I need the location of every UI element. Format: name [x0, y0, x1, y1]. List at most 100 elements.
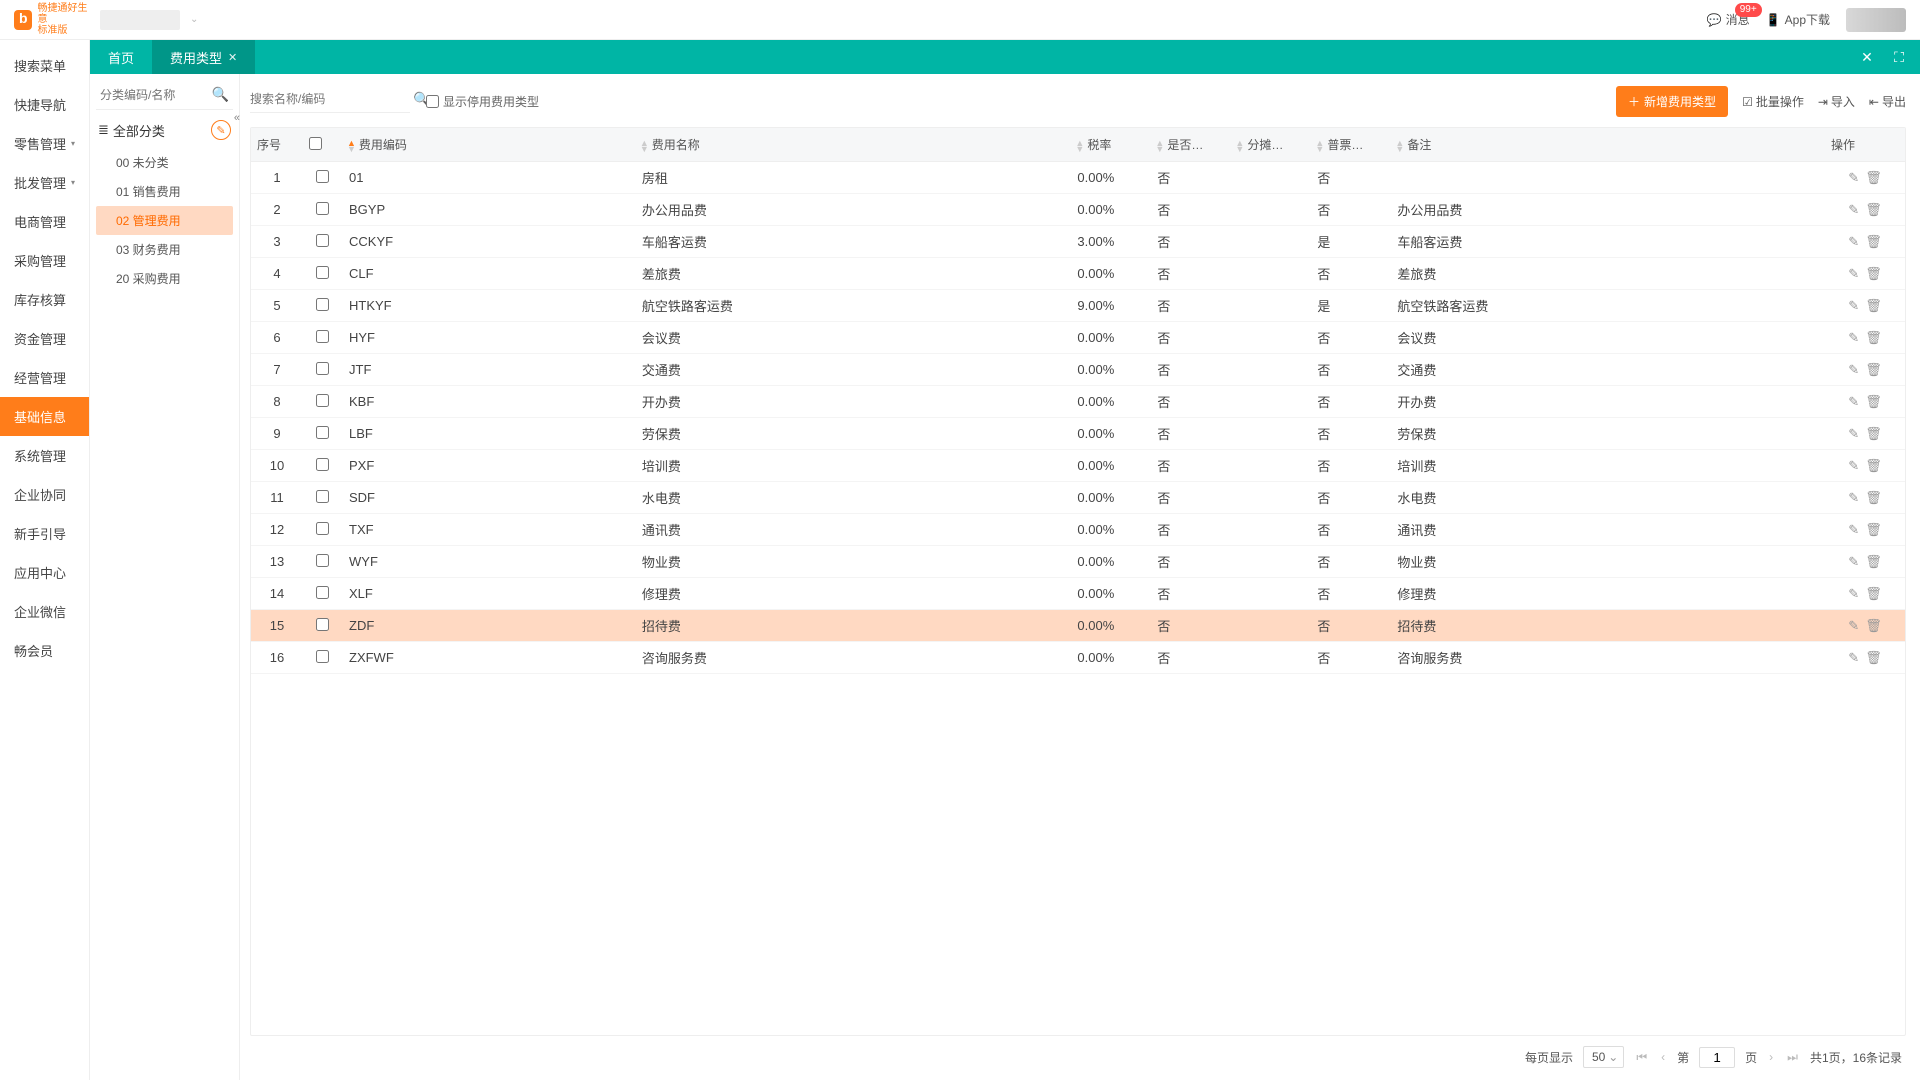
row-checkbox[interactable] — [316, 586, 329, 599]
tab[interactable]: 首页 — [90, 40, 152, 74]
row-checkbox[interactable] — [316, 170, 329, 183]
edit-icon[interactable]: ✎ — [1848, 522, 1859, 537]
delete-icon[interactable]: 🗑 — [1865, 202, 1882, 217]
delete-icon[interactable]: 🗑 — [1865, 362, 1882, 377]
col-isx[interactable]: ▲▼是否… — [1149, 128, 1229, 162]
row-checkbox[interactable] — [316, 650, 329, 663]
edit-icon[interactable]: ✎ — [1848, 330, 1859, 345]
edit-icon[interactable]: ✎ — [1848, 458, 1859, 473]
collapse-panel-icon[interactable]: « — [234, 112, 240, 124]
row-checkbox[interactable] — [316, 266, 329, 279]
table-row[interactable]: 10PXF培训费0.00%否否培训费✎🗑 — [251, 450, 1905, 482]
per-page-select[interactable]: 50 — [1583, 1046, 1624, 1068]
table-row[interactable]: 9LBF劳保费0.00%否否劳保费✎🗑 — [251, 418, 1905, 450]
edit-icon[interactable]: ✎ — [1848, 234, 1859, 249]
row-checkbox[interactable] — [316, 362, 329, 375]
user-avatar[interactable] — [1846, 8, 1906, 32]
table-row[interactable]: 8KBF开办费0.00%否否开办费✎🗑 — [251, 386, 1905, 418]
search-icon[interactable]: 🔍 — [212, 86, 229, 103]
nav-item[interactable]: 采购管理 — [0, 241, 89, 280]
row-checkbox[interactable] — [316, 298, 329, 311]
edit-icon[interactable]: ✎ — [1848, 426, 1859, 441]
table-row[interactable]: 13WYF物业费0.00%否否物业费✎🗑 — [251, 546, 1905, 578]
delete-icon[interactable]: 🗑 — [1865, 490, 1882, 505]
show-disabled-input[interactable] — [426, 95, 439, 108]
nav-item[interactable]: 应用中心 — [0, 553, 89, 592]
category-item[interactable]: 01 销售费用 — [96, 177, 233, 206]
category-item[interactable]: 00 未分类 — [96, 148, 233, 177]
col-name[interactable]: ▲▼费用名称 — [634, 128, 1070, 162]
row-checkbox[interactable] — [316, 458, 329, 471]
delete-icon[interactable]: 🗑 — [1865, 394, 1882, 409]
category-item[interactable]: 02 管理费用 — [96, 206, 233, 235]
select-all-checkbox[interactable] — [309, 137, 322, 150]
delete-icon[interactable]: 🗑 — [1865, 330, 1882, 345]
table-row[interactable]: 4CLF差旅费0.00%否否差旅费✎🗑 — [251, 258, 1905, 290]
edit-icon[interactable]: ✎ — [1848, 586, 1859, 601]
messages-button[interactable]: 💬 消息 99+ — [1707, 11, 1750, 28]
prev-page-icon[interactable]: ‹ — [1659, 1050, 1667, 1064]
nav-item[interactable]: 快捷导航 — [0, 85, 89, 124]
col-select-all[interactable] — [303, 128, 341, 162]
app-download-button[interactable]: 📱 App下载 — [1766, 11, 1830, 28]
add-expense-type-button[interactable]: ＋ 新增费用类型 — [1616, 86, 1728, 117]
last-page-icon[interactable]: ⏭ — [1785, 1050, 1800, 1065]
row-checkbox[interactable] — [316, 522, 329, 535]
row-checkbox[interactable] — [316, 330, 329, 343]
table-row[interactable]: 6HYF会议费0.00%否否会议费✎🗑 — [251, 322, 1905, 354]
table-row[interactable]: 15ZDF招待费0.00%否否招待费✎🗑 — [251, 610, 1905, 642]
org-selector[interactable]: ⌄ — [100, 10, 198, 30]
nav-item[interactable]: 企业微信 — [0, 592, 89, 631]
delete-icon[interactable]: 🗑 — [1865, 234, 1882, 249]
category-item[interactable]: 03 财务费用 — [96, 235, 233, 264]
row-checkbox[interactable] — [316, 618, 329, 631]
row-checkbox[interactable] — [316, 202, 329, 215]
row-checkbox[interactable] — [316, 426, 329, 439]
delete-icon[interactable]: 🗑 — [1865, 522, 1882, 537]
edit-categories-icon[interactable]: ✎ — [211, 120, 231, 140]
nav-item[interactable]: 电商管理 — [0, 202, 89, 241]
nav-item[interactable]: 企业协同 — [0, 475, 89, 514]
nav-item[interactable]: 搜索菜单 — [0, 46, 89, 85]
nav-item[interactable]: 资金管理 — [0, 319, 89, 358]
col-remark[interactable]: ▲▼备注 — [1389, 128, 1825, 162]
col-alloc[interactable]: ▲▼分摊… — [1229, 128, 1309, 162]
col-ptick[interactable]: ▲▼普票… — [1309, 128, 1389, 162]
nav-item[interactable]: 基础信息 — [0, 397, 89, 436]
col-code[interactable]: ▲▼费用编码 — [341, 128, 634, 162]
row-checkbox[interactable] — [316, 554, 329, 567]
table-row[interactable]: 16ZXFWF咨询服务费0.00%否否咨询服务费✎🗑 — [251, 642, 1905, 674]
tab[interactable]: 费用类型✕ — [152, 40, 255, 74]
category-item[interactable]: 20 采购费用 — [96, 264, 233, 293]
edit-icon[interactable]: ✎ — [1848, 490, 1859, 505]
first-page-icon[interactable]: ⏮ — [1634, 1050, 1649, 1065]
edit-icon[interactable]: ✎ — [1848, 170, 1859, 185]
edit-icon[interactable]: ✎ — [1848, 618, 1859, 633]
batch-ops-button[interactable]: ☑ 批量操作 — [1742, 93, 1804, 110]
delete-icon[interactable]: 🗑 — [1865, 650, 1882, 665]
delete-icon[interactable]: 🗑 — [1865, 266, 1882, 281]
nav-item[interactable]: 库存核算 — [0, 280, 89, 319]
category-search-input[interactable] — [100, 88, 200, 102]
delete-icon[interactable]: 🗑 — [1865, 458, 1882, 473]
nav-item[interactable]: 畅会员 — [0, 631, 89, 670]
edit-icon[interactable]: ✎ — [1848, 266, 1859, 281]
table-row[interactable]: 14XLF修理费0.00%否否修理费✎🗑 — [251, 578, 1905, 610]
nav-item[interactable]: 批发管理▾ — [0, 163, 89, 202]
delete-icon[interactable]: 🗑 — [1865, 298, 1882, 313]
table-row[interactable]: 2BGYP办公用品费0.00%否否办公用品费✎🗑 — [251, 194, 1905, 226]
table-search-input[interactable] — [250, 92, 405, 106]
edit-icon[interactable]: ✎ — [1848, 298, 1859, 313]
table-row[interactable]: 5HTKYF航空铁路客运费9.00%否是航空铁路客运费✎🗑 — [251, 290, 1905, 322]
fullscreen-icon[interactable]: ⛶ — [1888, 46, 1910, 68]
edit-icon[interactable]: ✎ — [1848, 650, 1859, 665]
table-row[interactable]: 7JTF交通费0.00%否否交通费✎🗑 — [251, 354, 1905, 386]
edit-icon[interactable]: ✎ — [1848, 362, 1859, 377]
all-categories-label[interactable]: 全部分类 — [113, 121, 165, 140]
close-tab-icon[interactable]: ✕ — [228, 51, 237, 64]
export-button[interactable]: ⇤ 导出 — [1869, 93, 1906, 110]
page-input[interactable] — [1699, 1047, 1735, 1068]
delete-icon[interactable]: 🗑 — [1865, 618, 1882, 633]
table-row[interactable]: 101房租0.00%否否✎🗑 — [251, 162, 1905, 194]
col-rate[interactable]: ▲▼税率 — [1069, 128, 1149, 162]
